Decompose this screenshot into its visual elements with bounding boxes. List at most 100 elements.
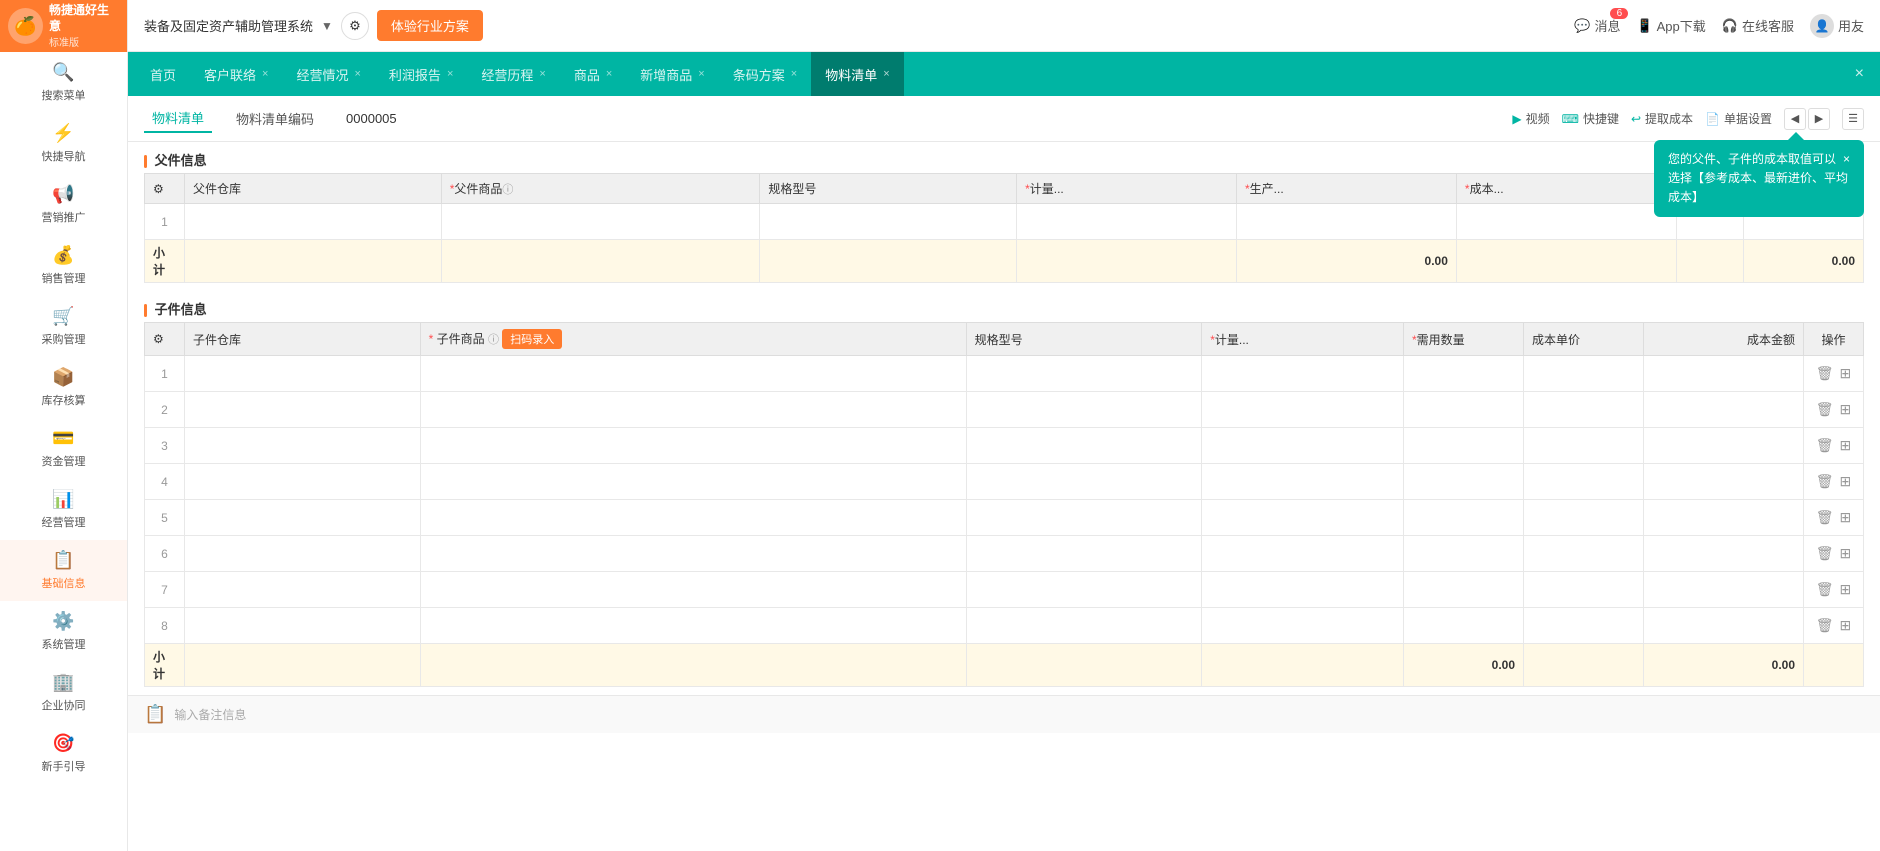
tab-customer[interactable]: 客户联络 ×	[190, 52, 282, 96]
parent-goods-cell[interactable]	[441, 204, 760, 240]
child-unit-cost-cell-6[interactable]	[1524, 536, 1644, 572]
delete-icon-2[interactable]: 🗑	[1816, 401, 1834, 418]
child-qty-cell-2[interactable]	[1404, 392, 1524, 428]
sidebar-item-enterprise[interactable]: 🏢 企业协同	[0, 662, 127, 723]
child-goods-cell-3[interactable]	[420, 428, 966, 464]
child-spec-cell-8[interactable]	[966, 608, 1202, 644]
child-unit-cell-4[interactable]	[1202, 464, 1404, 500]
sidebar-item-search[interactable]: 🔍 搜索菜单	[0, 52, 127, 113]
child-unit-cost-cell-1[interactable]	[1524, 356, 1644, 392]
child-warehouse-cell-3[interactable]	[185, 428, 421, 464]
child-unit-cell-3[interactable]	[1202, 428, 1404, 464]
copy-icon-8[interactable]: ⊞	[1840, 617, 1852, 634]
sidebar-item-basic[interactable]: 📋 基础信息	[0, 540, 127, 601]
sidebar-item-operations[interactable]: 📊 经营管理	[0, 479, 127, 540]
tab-barcode-close[interactable]: ×	[791, 68, 797, 80]
tab-addgoods-close[interactable]: ×	[698, 68, 704, 80]
child-qty-cell-3[interactable]	[1404, 428, 1524, 464]
child-unit-cost-cell-8[interactable]	[1524, 608, 1644, 644]
parent-produce-cell[interactable]	[1237, 204, 1457, 240]
tab-addgoods[interactable]: 新增商品 ×	[626, 52, 718, 96]
delete-icon-4[interactable]: 🗑	[1816, 473, 1834, 490]
child-warehouse-cell-5[interactable]	[185, 500, 421, 536]
delete-icon-7[interactable]: 🗑	[1816, 581, 1834, 598]
child-qty-cell-6[interactable]	[1404, 536, 1524, 572]
child-spec-cell-4[interactable]	[966, 464, 1202, 500]
child-unit-cost-cell-5[interactable]	[1524, 500, 1644, 536]
child-unit-cell-1[interactable]	[1202, 356, 1404, 392]
app-download-button[interactable]: 📱 App下载	[1636, 16, 1705, 35]
user-menu[interactable]: 👤 用友	[1810, 14, 1864, 38]
child-spec-cell-3[interactable]	[966, 428, 1202, 464]
child-goods-cell-2[interactable]	[420, 392, 966, 428]
sidebar-item-sales[interactable]: 💰 销售管理	[0, 235, 127, 296]
child-goods-cell-6[interactable]	[420, 536, 966, 572]
document-settings-button[interactable]: 📄 单据设置	[1705, 110, 1772, 127]
child-warehouse-cell-4[interactable]	[185, 464, 421, 500]
copy-icon-4[interactable]: ⊞	[1840, 473, 1852, 490]
grid-view-button[interactable]: ☰	[1842, 108, 1864, 130]
parent-warehouse-cell[interactable]	[185, 204, 442, 240]
child-qty-cell-7[interactable]	[1404, 572, 1524, 608]
shortcut-button[interactable]: ⌨ 快捷键	[1562, 110, 1619, 127]
note-placeholder[interactable]: 输入备注信息	[174, 706, 246, 723]
tab-bom-close[interactable]: ×	[883, 68, 889, 80]
tooltip-close-button[interactable]: ×	[1843, 150, 1850, 169]
child-warehouse-cell-8[interactable]	[185, 608, 421, 644]
child-unit-cost-cell-4[interactable]	[1524, 464, 1644, 500]
delete-icon-1[interactable]: 🗑	[1816, 365, 1834, 382]
child-unit-cell-8[interactable]	[1202, 608, 1404, 644]
copy-icon-1[interactable]: ⊞	[1840, 365, 1852, 382]
tab-operations-close[interactable]: ×	[354, 68, 360, 80]
sidebar-item-quicknav[interactable]: ⚡ 快捷导航	[0, 113, 127, 174]
child-qty-cell-5[interactable]	[1404, 500, 1524, 536]
child-goods-cell-7[interactable]	[420, 572, 966, 608]
delete-icon-6[interactable]: 🗑	[1816, 545, 1834, 562]
tab-goods-close[interactable]: ×	[606, 68, 612, 80]
child-unit-cell-7[interactable]	[1202, 572, 1404, 608]
online-service-button[interactable]: 🎧 在线客服	[1722, 16, 1794, 35]
next-arrow[interactable]: ▶	[1808, 108, 1830, 130]
child-unit-cost-cell-3[interactable]	[1524, 428, 1644, 464]
delete-icon-5[interactable]: 🗑	[1816, 509, 1834, 526]
sidebar-item-guide[interactable]: 🎯 新手引导	[0, 723, 127, 784]
parent-unit-cell[interactable]	[1017, 204, 1237, 240]
child-qty-cell-4[interactable]	[1404, 464, 1524, 500]
experience-button[interactable]: 体验行业方案	[377, 10, 483, 41]
parent-cost-cell[interactable]	[1456, 204, 1676, 240]
child-goods-cell-5[interactable]	[420, 500, 966, 536]
child-goods-cell-4[interactable]	[420, 464, 966, 500]
sidebar-item-finance[interactable]: 💳 资金管理	[0, 418, 127, 479]
delete-icon-3[interactable]: 🗑	[1816, 437, 1834, 454]
child-spec-cell-5[interactable]	[966, 500, 1202, 536]
tab-goods[interactable]: 商品 ×	[560, 52, 626, 96]
parent-spec-cell[interactable]	[760, 204, 1017, 240]
child-unit-cell-5[interactable]	[1202, 500, 1404, 536]
copy-icon-5[interactable]: ⊞	[1840, 509, 1852, 526]
child-warehouse-cell-7[interactable]	[185, 572, 421, 608]
sub-tab-bom-list[interactable]: 物料清单	[144, 104, 212, 133]
child-goods-cell-8[interactable]	[420, 608, 966, 644]
tab-home[interactable]: 首页	[136, 52, 190, 96]
tab-customer-close[interactable]: ×	[262, 68, 268, 80]
sidebar-item-marketing[interactable]: 📢 营销推广	[0, 174, 127, 235]
tab-operations[interactable]: 经营情况 ×	[282, 52, 374, 96]
extract-cost-button[interactable]: ↩ 提取成本	[1631, 110, 1693, 127]
sidebar-item-system[interactable]: ⚙️ 系统管理	[0, 601, 127, 662]
prev-arrow[interactable]: ◀	[1784, 108, 1806, 130]
child-spec-cell-6[interactable]	[966, 536, 1202, 572]
system-dropdown[interactable]: ▼	[321, 19, 333, 33]
copy-icon-3[interactable]: ⊞	[1840, 437, 1852, 454]
child-unit-cost-cell-7[interactable]	[1524, 572, 1644, 608]
child-unit-cell-2[interactable]	[1202, 392, 1404, 428]
child-qty-cell-1[interactable]	[1404, 356, 1524, 392]
child-spec-cell-7[interactable]	[966, 572, 1202, 608]
child-spec-cell-2[interactable]	[966, 392, 1202, 428]
child-goods-cell-1[interactable]	[420, 356, 966, 392]
child-warehouse-cell-1[interactable]	[185, 356, 421, 392]
scan-input-button[interactable]: 扫码录入	[502, 329, 562, 349]
child-unit-cost-cell-2[interactable]	[1524, 392, 1644, 428]
copy-icon-2[interactable]: ⊞	[1840, 401, 1852, 418]
child-warehouse-cell-2[interactable]	[185, 392, 421, 428]
child-qty-cell-8[interactable]	[1404, 608, 1524, 644]
